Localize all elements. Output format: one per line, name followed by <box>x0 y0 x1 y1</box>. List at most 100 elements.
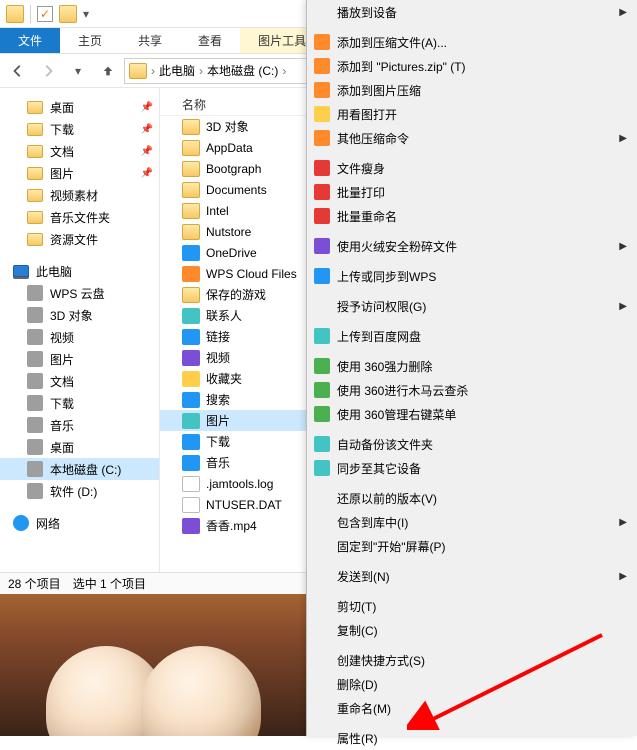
crumb-local-disk[interactable]: 本地磁盘 (C:) <box>207 62 278 79</box>
sidebar-item-label: 视频素材 <box>50 187 98 204</box>
context-menu-item-label: 复制(C) <box>337 622 611 639</box>
context-menu-item[interactable]: 批量打印 <box>307 180 637 204</box>
context-menu-item[interactable]: 重命名(M) <box>307 696 637 720</box>
context-menu-item[interactable]: 用看图打开 <box>307 102 637 126</box>
sidebar-this-pc[interactable]: 此电脑 <box>0 260 159 282</box>
sidebar-item[interactable]: WPS 云盘 <box>0 282 159 304</box>
checkbox-icon[interactable]: ✓ <box>37 6 53 22</box>
chevron-right-icon[interactable]: › <box>282 64 286 78</box>
music-icon <box>182 455 200 471</box>
context-menu-item-label: 上传到百度网盘 <box>337 328 611 345</box>
green-icon <box>314 406 330 422</box>
context-menu-item[interactable]: 同步至其它设备 <box>307 456 637 480</box>
nav-up-button[interactable] <box>94 58 122 84</box>
file-item-label: OneDrive <box>206 246 257 260</box>
sidebar-item[interactable]: 图片 <box>0 348 159 370</box>
context-menu-item-label: 固定到"开始"屏幕(P) <box>337 538 611 555</box>
context-menu-item[interactable]: 发送到(N)▶ <box>307 564 637 588</box>
context-menu-item[interactable]: 删除(D) <box>307 672 637 696</box>
file-item-label: 收藏夹 <box>206 370 242 387</box>
context-menu-item[interactable]: 复制(C) <box>307 618 637 642</box>
context-menu-item[interactable]: 批量重命名 <box>307 204 637 228</box>
context-menu-item[interactable]: 使用 360进行木马云查杀 <box>307 378 637 402</box>
context-menu-item-label: 删除(D) <box>337 676 611 693</box>
context-menu-item[interactable]: 固定到"开始"屏幕(P) <box>307 534 637 558</box>
folder-icon <box>27 123 43 136</box>
context-menu-item-label: 还原以前的版本(V) <box>337 490 611 507</box>
context-menu-item[interactable]: 使用火绒安全粉碎文件▶ <box>307 234 637 258</box>
context-menu-item[interactable]: 上传到百度网盘 <box>307 324 637 348</box>
context-menu-item[interactable]: 添加到压缩文件(A)... <box>307 30 637 54</box>
drive-icon <box>27 439 43 455</box>
sidebar-item[interactable]: 视频 <box>0 326 159 348</box>
sidebar-item[interactable]: 本地磁盘 (C:) <box>0 458 159 480</box>
folder-icon <box>129 63 147 79</box>
menu-icon-slot <box>307 184 337 200</box>
context-menu-item-label: 剪切(T) <box>337 598 611 615</box>
context-menu-item[interactable]: 使用 360管理右键菜单 <box>307 402 637 426</box>
tab-home[interactable]: 主页 <box>60 28 120 53</box>
sidebar-item[interactable]: 文档 <box>0 370 159 392</box>
context-menu-item[interactable]: 上传或同步到WPS <box>307 264 637 288</box>
context-menu-item-label: 其他压缩命令 <box>337 130 611 147</box>
nav-forward-button[interactable] <box>34 58 62 84</box>
context-menu-item-label: 添加到 "Pictures.zip" (T) <box>337 58 611 75</box>
orange-icon <box>314 58 330 74</box>
sidebar-item[interactable]: 视频素材 <box>0 184 159 206</box>
chevron-right-icon[interactable]: › <box>199 64 203 78</box>
sidebar-network[interactable]: 网络 <box>0 512 159 534</box>
file-item-label: .jamtools.log <box>206 477 273 491</box>
context-menu-item[interactable]: 添加到图片压缩 <box>307 78 637 102</box>
file-item-label: WPS Cloud Files <box>206 267 297 281</box>
desktop-wallpaper-strip <box>0 594 306 736</box>
sidebar-item[interactable]: 资源文件 <box>0 228 159 250</box>
context-menu-item-label: 使用 360管理右键菜单 <box>337 406 611 423</box>
wps-icon <box>182 266 200 282</box>
folder-icon <box>182 161 200 177</box>
context-menu-item[interactable]: 添加到 "Pictures.zip" (T) <box>307 54 637 78</box>
red-icon <box>314 184 330 200</box>
sidebar-item[interactable]: 桌面 <box>0 436 159 458</box>
context-menu-item[interactable]: 包含到库中(I)▶ <box>307 510 637 534</box>
purple-icon <box>314 238 330 254</box>
sidebar-item[interactable]: 下载 <box>0 392 159 414</box>
tab-share[interactable]: 共享 <box>120 28 180 53</box>
tab-view[interactable]: 查看 <box>180 28 240 53</box>
context-menu-item[interactable]: 文件瘦身 <box>307 156 637 180</box>
sidebar-item[interactable]: 软件 (D:) <box>0 480 159 502</box>
context-menu-item[interactable]: 属性(R) <box>307 726 637 750</box>
file-item-label: 3D 对象 <box>206 118 249 135</box>
sidebar-item[interactable]: 音乐 <box>0 414 159 436</box>
status-bar: 28 个项目 选中 1 个项目 <box>0 572 306 594</box>
orange-icon <box>314 130 330 146</box>
search-icon <box>182 392 200 408</box>
crumb-this-pc[interactable]: 此电脑 <box>159 62 195 79</box>
context-menu-item[interactable]: 剪切(T) <box>307 594 637 618</box>
folder-icon <box>27 189 43 202</box>
sidebar-item[interactable]: 图片📌 <box>0 162 159 184</box>
drive-icon <box>27 307 43 323</box>
file-item-label: NTUSER.DAT <box>206 498 282 512</box>
context-menu-item[interactable]: 使用 360强力删除 <box>307 354 637 378</box>
context-menu-item[interactable]: 创建快捷方式(S) <box>307 648 637 672</box>
context-menu-item[interactable]: 播放到设备▶ <box>307 0 637 24</box>
context-menu-item[interactable]: 还原以前的版本(V) <box>307 486 637 510</box>
context-menu-item-label: 创建快捷方式(S) <box>337 652 611 669</box>
tab-file[interactable]: 文件 <box>0 28 60 53</box>
nav-recent-icon[interactable]: ▾ <box>64 58 92 84</box>
chevron-right-icon[interactable]: › <box>151 64 155 78</box>
context-menu-item[interactable]: 授予访问权限(G)▶ <box>307 294 637 318</box>
sidebar-item[interactable]: 音乐文件夹 <box>0 206 159 228</box>
nav-back-button[interactable] <box>4 58 32 84</box>
sidebar-item[interactable]: 3D 对象 <box>0 304 159 326</box>
context-menu-item[interactable]: 自动备份该文件夹 <box>307 432 637 456</box>
sidebar-item-label: 图片 <box>50 351 74 368</box>
folder-icon <box>182 224 200 240</box>
sidebar-item[interactable]: 下载📌 <box>0 118 159 140</box>
context-menu-item[interactable]: 其他压缩命令▶ <box>307 126 637 150</box>
orange-icon <box>314 82 330 98</box>
sidebar-item[interactable]: 桌面📌 <box>0 96 159 118</box>
qat-overflow-icon[interactable]: ▾ <box>83 7 89 21</box>
sidebar-item[interactable]: 文档📌 <box>0 140 159 162</box>
menu-icon-slot <box>307 208 337 224</box>
